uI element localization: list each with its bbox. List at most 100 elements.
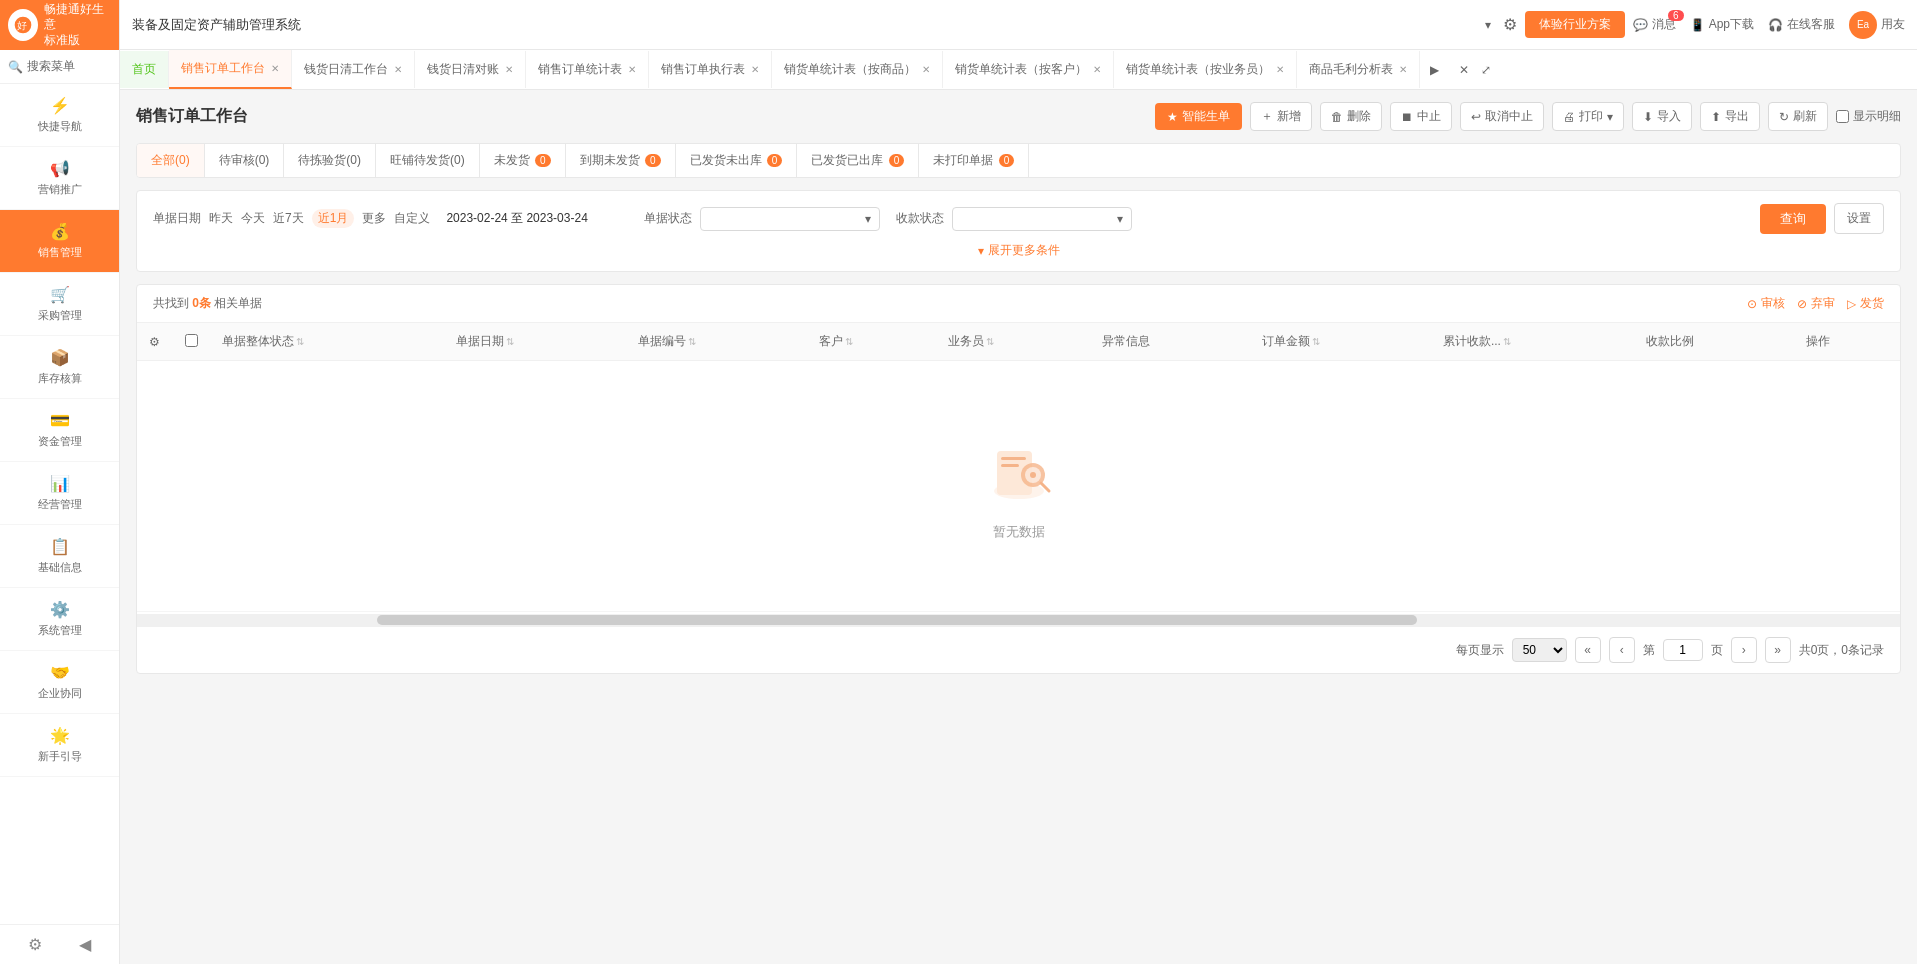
sub-tab-unprinted[interactable]: 未打印单据 0 [919, 144, 1029, 177]
sidebar-item-finance[interactable]: 💳 资金管理 [0, 399, 119, 462]
add-btn[interactable]: ＋ 新增 [1250, 102, 1312, 131]
sidebar-search[interactable]: 🔍 搜索菜单 [0, 50, 119, 84]
sidebar-item-guide[interactable]: 🌟 新手引导 [0, 714, 119, 777]
tab-more-btn[interactable]: ▶ [1420, 55, 1449, 85]
sub-tab-shipped-not-out[interactable]: 已发货未出库 0 [676, 144, 798, 177]
tab-sales-exec[interactable]: 销售订单执行表 ✕ [649, 51, 772, 88]
export-btn[interactable]: ⬆ 导出 [1700, 102, 1760, 131]
batch-ship-btn[interactable]: ▷ 发货 [1847, 295, 1884, 312]
show-detail-input[interactable] [1836, 110, 1849, 123]
tab-sales-customer-close[interactable]: ✕ [1093, 64, 1101, 75]
setting-btn[interactable]: 设置 [1834, 203, 1884, 234]
tab-sales-product-close[interactable]: ✕ [922, 64, 930, 75]
payment-dropdown-icon: ▾ [1117, 212, 1123, 226]
sub-tab-all[interactable]: 全部(0) [137, 144, 205, 177]
sort-collected[interactable]: 累计收款... ⇅ [1443, 333, 1623, 350]
tab-product-margin[interactable]: 商品毛利分析表 ✕ [1297, 51, 1420, 88]
select-all-checkbox[interactable] [185, 334, 198, 347]
tab-sales-stats-label: 销售订单统计表 [538, 61, 622, 78]
sub-tab-shipped-out[interactable]: 已发货已出库 0 [797, 144, 919, 177]
column-settings-icon[interactable]: ⚙ [149, 335, 160, 349]
tab-product-margin-close[interactable]: ✕ [1399, 64, 1407, 75]
sub-tab-pending-review[interactable]: 待审核(0) [205, 144, 285, 177]
date-opt-more[interactable]: 更多 [362, 210, 386, 227]
last-page-btn[interactable]: » [1765, 637, 1791, 663]
scrollbar-thumb[interactable] [377, 615, 1417, 625]
tab-sales-staff[interactable]: 销货单统计表（按业务员） ✕ [1114, 51, 1297, 88]
batch-review-btn[interactable]: ⊙ 审核 [1747, 295, 1785, 312]
user-btn[interactable]: Ea 用友 [1849, 11, 1905, 39]
page-input[interactable] [1663, 639, 1703, 661]
delete-btn[interactable]: 🗑 删除 [1320, 102, 1382, 131]
th-ratio: 收款比例 [1634, 323, 1793, 361]
print-btn[interactable]: 🖨 打印 ▾ [1552, 102, 1624, 131]
tab-sales-staff-close[interactable]: ✕ [1276, 64, 1284, 75]
tab-sales-exec-close[interactable]: ✕ [751, 64, 759, 75]
industry-btn[interactable]: 体验行业方案 [1525, 11, 1625, 38]
sort-status[interactable]: 单据整体状态 ⇅ [222, 333, 432, 350]
cancel-stop-btn[interactable]: ↩ 取消中止 [1460, 102, 1544, 131]
date-opt-yesterday[interactable]: 昨天 [209, 210, 233, 227]
print-icon: 🖨 [1563, 110, 1575, 124]
inventory-icon: 📦 [50, 348, 70, 367]
smart-create-btn[interactable]: ★ 智能生单 [1155, 103, 1242, 130]
messages-btn[interactable]: 💬 消息 6 [1633, 16, 1676, 33]
tab-home[interactable]: 首页 [120, 51, 169, 88]
tab-cash-daily-close[interactable]: ✕ [394, 64, 402, 75]
sidebar-item-operations[interactable]: 📊 经营管理 [0, 462, 119, 525]
sidebar-item-quick-nav[interactable]: ⚡ 快捷导航 [0, 84, 119, 147]
refresh-btn[interactable]: ↻ 刷新 [1768, 102, 1828, 131]
sidebar-item-corp[interactable]: 🤝 企业协同 [0, 651, 119, 714]
sub-tab-expired[interactable]: 到期未发货 0 [566, 144, 676, 177]
refresh-icon: ↻ [1779, 110, 1789, 124]
sub-tab-unshipped[interactable]: 未发货 0 [480, 144, 566, 177]
tab-close-all-icon[interactable]: ✕ [1455, 59, 1473, 81]
batch-revoke-btn[interactable]: ⊘ 弃审 [1797, 295, 1835, 312]
sort-number[interactable]: 单据编号 ⇅ [638, 333, 795, 350]
sidebar-item-purchase[interactable]: 🛒 采购管理 [0, 273, 119, 336]
first-page-btn[interactable]: « [1575, 637, 1601, 663]
sidebar-item-marketing[interactable]: 📢 营销推广 [0, 147, 119, 210]
sort-customer[interactable]: 客户 ⇅ [819, 333, 923, 350]
date-opt-7days[interactable]: 近7天 [273, 210, 304, 227]
import-btn[interactable]: ⬇ 导入 [1632, 102, 1692, 131]
stop-btn[interactable]: ⏹ 中止 [1390, 102, 1452, 131]
horizontal-scrollbar[interactable] [137, 614, 1900, 626]
dropdown-icon[interactable]: ▾ [1485, 18, 1491, 32]
collapse-icon[interactable]: ◀ [79, 935, 91, 954]
sidebar-item-system[interactable]: ⚙️ 系统管理 [0, 588, 119, 651]
tab-cash-daily[interactable]: 钱货日清工作台 ✕ [292, 51, 415, 88]
show-detail-checkbox[interactable]: 显示明细 [1836, 108, 1901, 125]
online-service-btn[interactable]: 🎧 在线客服 [1768, 16, 1835, 33]
sidebar-item-sales[interactable]: 💰 销售管理 [0, 210, 119, 273]
sort-amount[interactable]: 订单金额 ⇅ [1262, 333, 1419, 350]
settings-icon[interactable]: ⚙ [28, 935, 42, 954]
expand-btn[interactable]: ▾ 展开更多条件 [978, 242, 1060, 259]
app-download-btn[interactable]: 📱 App下载 [1690, 16, 1754, 33]
date-opt-today[interactable]: 今天 [241, 210, 265, 227]
date-opt-custom[interactable]: 自定义 [394, 210, 430, 227]
tab-sales-order-workbench-close[interactable]: ✕ [271, 63, 279, 74]
sub-tab-pending-inspect[interactable]: 待拣验货(0) [284, 144, 376, 177]
tab-sales-customer[interactable]: 销货单统计表（按客户） ✕ [943, 51, 1114, 88]
status-select[interactable]: ▾ [700, 207, 880, 231]
tab-sales-order-workbench[interactable]: 销售订单工作台 ✕ [169, 50, 292, 89]
sidebar-item-basic-info[interactable]: 📋 基础信息 [0, 525, 119, 588]
query-btn[interactable]: 查询 [1760, 204, 1826, 234]
payment-select[interactable]: ▾ [952, 207, 1132, 231]
tab-sales-stats-close[interactable]: ✕ [628, 64, 636, 75]
prev-page-btn[interactable]: ‹ [1609, 637, 1635, 663]
sort-date[interactable]: 单据日期 ⇅ [456, 333, 613, 350]
per-page-select[interactable]: 50 10 20 100 [1512, 638, 1567, 662]
gear-icon[interactable]: ⚙ [1503, 15, 1517, 34]
tab-sales-product[interactable]: 销货单统计表（按商品） ✕ [772, 51, 943, 88]
tab-sales-stats[interactable]: 销售订单统计表 ✕ [526, 51, 649, 88]
tab-cash-reconcile[interactable]: 钱货日清对账 ✕ [415, 51, 526, 88]
sort-staff[interactable]: 业务员 ⇅ [948, 333, 1079, 350]
next-page-btn[interactable]: › [1731, 637, 1757, 663]
sub-tab-wangpu[interactable]: 旺铺待发货(0) [376, 144, 480, 177]
sidebar-item-inventory[interactable]: 📦 库存核算 [0, 336, 119, 399]
tab-cash-reconcile-close[interactable]: ✕ [505, 64, 513, 75]
date-opt-1month[interactable]: 近1月 [312, 209, 355, 228]
tab-expand-icon[interactable]: ⤢ [1477, 59, 1495, 81]
